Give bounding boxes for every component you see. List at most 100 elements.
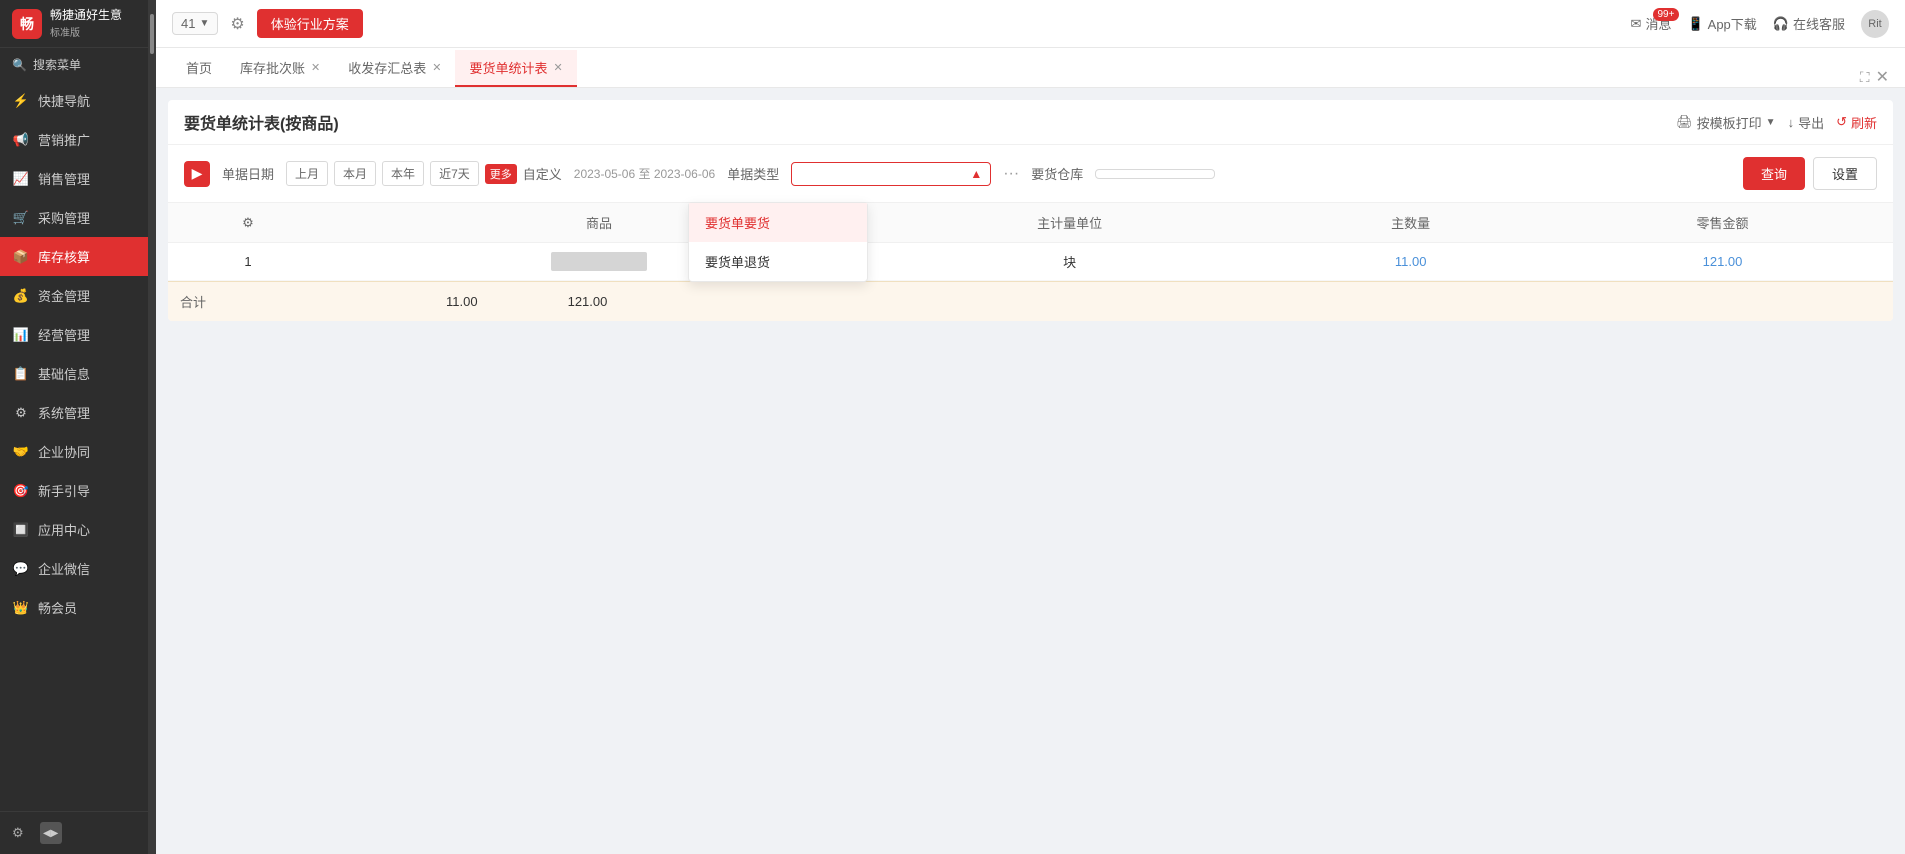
date-this-month-btn[interactable]: 本月: [334, 161, 376, 186]
tab-inventory-batch[interactable]: 库存批次账 ✕: [226, 50, 334, 87]
online-service-button[interactable]: 🎧 在线客服: [1773, 14, 1845, 33]
quick-nav-icon: ⚡: [12, 92, 30, 110]
col-unit: 主计量单位: [870, 203, 1269, 243]
refresh-button[interactable]: ↺ 刷新: [1836, 113, 1877, 132]
user-avatar[interactable]: Rit: [1861, 10, 1889, 38]
store-name: 41: [181, 16, 195, 31]
print-dropdown-icon: ▼: [1766, 117, 1776, 128]
system-icon: ⚙: [12, 404, 30, 422]
export-icon: ↓: [1788, 115, 1795, 130]
warehouse-filter-label: 要货仓库: [1031, 164, 1083, 183]
table-container: ⚙ 商品 主计量单位 主数量 零售金额 1 ████: [168, 203, 1893, 281]
tab-bar: 首页 库存批次账 ✕ 收发存汇总表 ✕ 要货单统计表 ✕ ⛶ ✕: [156, 48, 1905, 88]
sidebar-item-app-center[interactable]: 🔲 应用中心: [0, 510, 148, 549]
sidebar-search[interactable]: 🔍 搜索菜单: [0, 48, 148, 81]
export-button[interactable]: ↓ 导出: [1788, 113, 1825, 132]
type-select-arrow-icon[interactable]: ▲: [970, 167, 982, 181]
print-button[interactable]: 🖨 按模板打印 ▼: [1676, 113, 1775, 132]
page-content: 要货单统计表(按商品) 🖨 按模板打印 ▼ ↓ 导出 ↺ 刷新: [156, 88, 1905, 854]
cell-quantity[interactable]: 11.00: [1269, 243, 1552, 281]
tab-close-all-icon[interactable]: ✕: [1876, 67, 1889, 87]
footer-settings-icon[interactable]: ⚙: [12, 825, 24, 841]
basic-info-icon: 📋: [12, 365, 30, 383]
sidebar-item-enterprise[interactable]: 🤝 企业协同: [0, 432, 148, 471]
sidebar-collapse-button[interactable]: ◀▶: [40, 822, 62, 844]
sales-icon: 📈: [12, 170, 30, 188]
sidebar-item-wechat[interactable]: 💬 企业微信: [0, 549, 148, 588]
sidebar-item-marketing[interactable]: 📢 营销推广: [0, 120, 148, 159]
guide-icon: 🎯: [12, 482, 30, 500]
type-filter-select[interactable]: ▲: [791, 162, 991, 186]
sidebar-item-member[interactable]: 👑 畅会员: [0, 588, 148, 627]
tab-close-icon[interactable]: ✕: [554, 61, 563, 74]
filter-expand-button[interactable]: ▶: [184, 161, 210, 187]
sidebar-item-inventory[interactable]: 📦 库存核算: [0, 237, 148, 276]
page-actions: 🖨 按模板打印 ▼ ↓ 导出 ↺ 刷新: [1676, 113, 1877, 132]
app-download-button[interactable]: 📱 App下载: [1687, 14, 1756, 33]
page-title-bar: 要货单统计表(按商品) 🖨 按模板打印 ▼ ↓ 导出 ↺ 刷新: [168, 100, 1893, 145]
sidebar-item-finance[interactable]: 💰 资金管理: [0, 276, 148, 315]
purchase-icon: 🛒: [12, 209, 30, 227]
query-button[interactable]: 查询: [1743, 157, 1805, 190]
filter-more-button[interactable]: ···: [1003, 165, 1019, 183]
service-icon: 🎧: [1773, 16, 1789, 32]
date-range-display: 2023-05-06 至 2023-06-06: [574, 165, 715, 182]
tab-receipt-summary[interactable]: 收发存汇总表 ✕: [334, 50, 455, 87]
dropdown-item-0[interactable]: 要货单要货: [689, 203, 867, 242]
sidebar-item-label: 资金管理: [38, 286, 90, 305]
table-settings-icon[interactable]: ⚙: [242, 215, 254, 230]
main-content: 41 ▼ ⚙ 体验行业方案 ✉ 消息 99+ 📱 App下载 🎧 在线客服 Ri…: [156, 0, 1905, 854]
tab-close-icon[interactable]: ✕: [311, 61, 320, 74]
sidebar-item-label: 采购管理: [38, 208, 90, 227]
sidebar-item-quick-nav[interactable]: ⚡ 快捷导航: [0, 81, 148, 120]
member-icon: 👑: [12, 599, 30, 617]
tab-bar-actions: ⛶ ✕: [1860, 67, 1889, 87]
custom-date-btn[interactable]: 自定义: [523, 164, 562, 183]
cell-amount[interactable]: 121.00: [1552, 243, 1893, 281]
type-dropdown-menu: 要货单要货 要货单退货: [688, 202, 868, 282]
date-this-year-btn[interactable]: 本年: [382, 161, 424, 186]
header-left: 41 ▼ ⚙ 体验行业方案: [172, 9, 363, 38]
warehouse-filter-select[interactable]: [1095, 169, 1215, 179]
date-filter-label: 单据日期: [222, 164, 274, 183]
filter-area: ▶ 单据日期 上月 本月 本年 近7天 更多 自定义 2023-05-06 至 …: [168, 145, 1893, 203]
sidebar-item-label: 系统管理: [38, 403, 90, 422]
sidebar-scrollbar[interactable]: [148, 0, 156, 854]
sidebar-item-label: 营销推广: [38, 130, 90, 149]
tab-order-stats[interactable]: 要货单统计表 ✕: [455, 50, 576, 87]
filter-action-buttons: 查询 设置: [1743, 157, 1877, 190]
tab-home[interactable]: 首页: [172, 50, 226, 87]
sidebar-item-basic-info[interactable]: 📋 基础信息: [0, 354, 148, 393]
type-filter-label: 单据类型: [727, 164, 779, 183]
messages-button[interactable]: ✉ 消息 99+: [1631, 14, 1672, 33]
tab-close-icon[interactable]: ✕: [432, 61, 441, 74]
operations-icon: 📊: [12, 326, 30, 344]
settings-button[interactable]: 设置: [1813, 157, 1877, 190]
sidebar-item-system[interactable]: ⚙ 系统管理: [0, 393, 148, 432]
header-settings-icon[interactable]: ⚙: [230, 14, 244, 34]
col-settings[interactable]: ⚙: [168, 203, 328, 243]
print-icon: 🖨: [1676, 114, 1693, 130]
top-header: 41 ▼ ⚙ 体验行业方案 ✉ 消息 99+ 📱 App下载 🎧 在线客服 Ri…: [156, 0, 1905, 48]
sidebar-item-label: 销售管理: [38, 169, 90, 188]
app-center-icon: 🔲: [12, 521, 30, 539]
dropdown-item-1[interactable]: 要货单退货: [689, 242, 867, 281]
store-selector[interactable]: 41 ▼: [172, 12, 218, 35]
marketing-icon: 📢: [12, 131, 30, 149]
enterprise-icon: 🤝: [12, 443, 30, 461]
date-last-7days-btn[interactable]: 近7天: [430, 161, 479, 186]
sidebar-item-operations[interactable]: 📊 经营管理: [0, 315, 148, 354]
tab-expand-icon[interactable]: ⛶: [1860, 69, 1870, 86]
trial-button[interactable]: 体验行业方案: [257, 9, 363, 38]
sidebar-item-sales[interactable]: 📈 销售管理: [0, 159, 148, 198]
more-badge[interactable]: 更多: [485, 164, 517, 184]
sidebar-item-purchase[interactable]: 🛒 采购管理: [0, 198, 148, 237]
col-quantity: 主数量: [1269, 203, 1552, 243]
sidebar-item-label: 快捷导航: [38, 91, 90, 110]
cell-seq: 1: [168, 243, 328, 281]
footer-amount: 121.00: [568, 294, 608, 309]
date-last-month-btn[interactable]: 上月: [286, 161, 328, 186]
sidebar-item-guide[interactable]: 🎯 新手引导: [0, 471, 148, 510]
messages-badge: 99+: [1653, 8, 1680, 21]
cell-unit: 块: [870, 243, 1269, 281]
